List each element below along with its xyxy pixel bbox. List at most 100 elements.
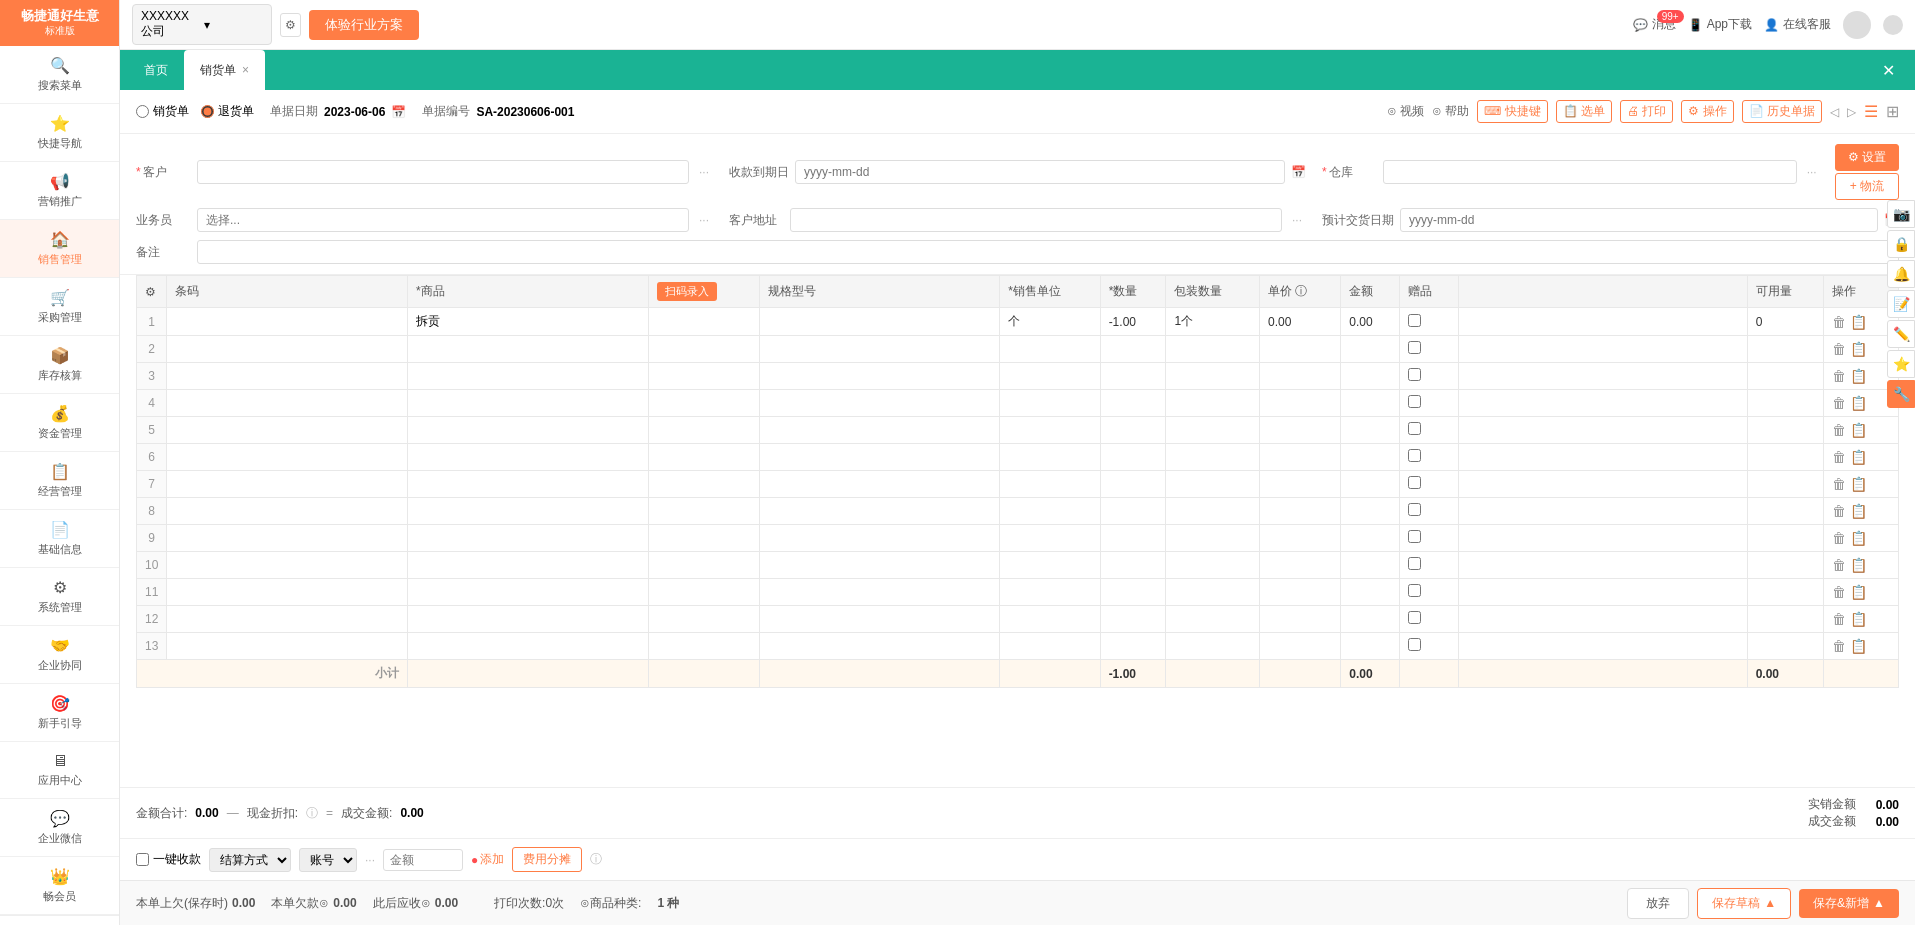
cell-gift[interactable] [1400,633,1459,660]
save-new-button[interactable]: 保存&新增 ▲ [1799,889,1899,918]
due-date-calendar-icon[interactable]: 📅 [1291,165,1306,179]
copy-row-button[interactable]: 📋 [1850,341,1867,357]
account-dots-btn[interactable]: ··· [365,853,375,867]
cell-barcode[interactable] [167,336,408,363]
radio-sale-input[interactable] [136,105,149,118]
copy-row-button[interactable]: 📋 [1850,584,1867,600]
cell-spec[interactable] [759,606,1000,633]
cell-barcode[interactable] [167,471,408,498]
sidebar-item-wechat[interactable]: 💬 企业微信 [0,799,119,857]
cell-spec[interactable] [759,525,1000,552]
sidebar-item-finance[interactable]: 💰 资金管理 [0,394,119,452]
cell-barcode[interactable] [167,308,408,336]
sidebar-item-enterprise[interactable]: 🤝 企业协同 [0,626,119,684]
select-btn[interactable]: 📋 选单 [1556,100,1612,123]
delivery-date-input[interactable] [1400,208,1878,232]
cell-barcode[interactable] [167,552,408,579]
float-edit-btn[interactable]: ✏️ [1887,320,1915,348]
delete-row-button[interactable]: 🗑 [1832,476,1846,492]
view-grid-icon[interactable]: ⊞ [1886,102,1899,121]
logistics-btn[interactable]: + 物流 [1835,173,1899,200]
product-input[interactable] [416,477,640,491]
gift-checkbox[interactable] [1408,449,1421,462]
cell-gift[interactable] [1400,417,1459,444]
cell-qty[interactable] [1100,471,1166,498]
cell-gift[interactable] [1400,444,1459,471]
tab-sales-order[interactable]: 销货单 × [184,50,265,90]
float-bell-btn[interactable]: 🔔 [1887,260,1915,288]
cell-qty[interactable] [1100,363,1166,390]
product-input[interactable] [416,369,640,383]
gift-checkbox[interactable] [1408,422,1421,435]
notes-input[interactable] [197,240,1899,264]
copy-row-button[interactable]: 📋 [1850,638,1867,654]
company-selector[interactable]: XXXXXX公司 ▾ [132,4,272,45]
product-input[interactable] [416,504,640,518]
cell-unit-price[interactable] [1260,444,1341,471]
sidebar-item-appcenter[interactable]: 🖥 应用中心 [0,742,119,799]
help-circle-icon[interactable]: ⓘ [306,805,318,822]
customer-address-input[interactable] [790,208,1282,232]
cell-gift[interactable] [1400,525,1459,552]
float-orange-btn[interactable]: 🔧 [1887,380,1915,408]
cell-barcode[interactable] [167,390,408,417]
spec-input[interactable] [768,396,992,410]
one-click-payment-checkbox[interactable]: 一键收款 [136,851,201,868]
product-input[interactable] [416,450,640,464]
calendar-icon[interactable]: 📅 [391,105,406,119]
cell-qty[interactable] [1100,579,1166,606]
barcode-input[interactable] [175,342,399,356]
barcode-input[interactable] [175,477,399,491]
copy-row-button[interactable]: 📋 [1850,557,1867,573]
spec-input[interactable] [768,531,992,545]
spec-input[interactable] [768,477,992,491]
cell-gift[interactable] [1400,363,1459,390]
barcode-input[interactable] [175,531,399,545]
discard-button[interactable]: 放弃 [1627,888,1689,919]
cell-qty[interactable]: -1.00 [1100,308,1166,336]
cell-gift[interactable] [1400,308,1459,336]
cell-spec[interactable] [759,498,1000,525]
close-window-icon[interactable]: ✕ [1870,61,1907,80]
delete-row-button[interactable]: 🗑 [1832,395,1846,411]
cell-barcode[interactable] [167,417,408,444]
gift-checkbox[interactable] [1408,503,1421,516]
cell-spec[interactable] [759,471,1000,498]
cell-qty[interactable] [1100,552,1166,579]
copy-row-button[interactable]: 📋 [1850,503,1867,519]
cell-spec[interactable] [759,308,1000,336]
cell-barcode[interactable] [167,633,408,660]
cell-product[interactable] [408,444,649,471]
float-note-btn[interactable]: 📝 [1887,290,1915,318]
delete-row-button[interactable]: 🗑 [1832,449,1846,465]
online-service-button[interactable]: 👤 在线客服 [1764,16,1831,33]
cell-barcode[interactable] [167,498,408,525]
gift-checkbox[interactable] [1408,341,1421,354]
cell-gift[interactable] [1400,390,1459,417]
gift-checkbox[interactable] [1408,557,1421,570]
copy-row-button[interactable]: 📋 [1850,395,1867,411]
gift-checkbox[interactable] [1408,368,1421,381]
barcode-input[interactable] [175,558,399,572]
messages-button[interactable]: 💬 消息 99+ [1633,16,1676,33]
cell-qty[interactable] [1100,498,1166,525]
cell-spec[interactable] [759,417,1000,444]
delete-row-button[interactable]: 🗑 [1832,422,1846,438]
product-input[interactable] [416,585,640,599]
gift-checkbox[interactable] [1408,395,1421,408]
cell-qty[interactable] [1100,444,1166,471]
cell-spec[interactable] [759,444,1000,471]
product-input[interactable] [416,531,640,545]
sidebar-item-search[interactable]: 🔍 搜索菜单 [0,46,119,104]
barcode-input[interactable] [175,612,399,626]
delete-row-button[interactable]: 🗑 [1832,368,1846,384]
sidebar-item-marketing[interactable]: 📢 营销推广 [0,162,119,220]
sidebar-item-purchase[interactable]: 🛒 采购管理 [0,278,119,336]
cell-product[interactable] [408,606,649,633]
spec-input[interactable] [768,369,992,383]
gift-checkbox[interactable] [1408,638,1421,651]
cell-spec[interactable] [759,579,1000,606]
gift-checkbox[interactable] [1408,611,1421,624]
gift-checkbox[interactable] [1408,314,1421,327]
radio-sale-order[interactable]: 销货单 [136,103,189,120]
